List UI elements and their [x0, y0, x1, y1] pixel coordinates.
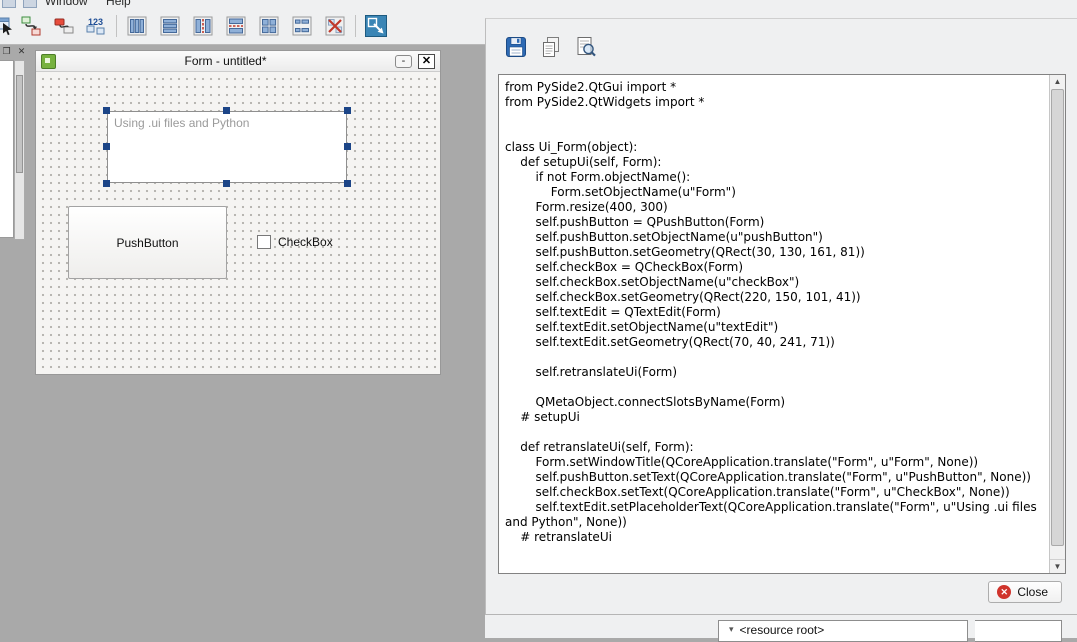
- adjust-size-icon[interactable]: [364, 14, 388, 38]
- close-button[interactable]: ✕ Close: [988, 581, 1062, 603]
- layout-form-icon[interactable]: [290, 14, 314, 38]
- layout-vertical-splitter-icon[interactable]: [224, 14, 248, 38]
- selection-handle-nw[interactable]: [103, 107, 110, 114]
- edit-signals-slots-icon[interactable]: [19, 14, 43, 38]
- layout-grid-icon[interactable]: [257, 14, 281, 38]
- selection-handle-w[interactable]: [103, 143, 110, 150]
- widget-box-dock-sliver: ❐ ✕: [0, 44, 26, 638]
- edit-widgets-icon[interactable]: [0, 14, 17, 38]
- menu-window[interactable]: Window: [45, 0, 88, 8]
- edit-tab-order-icon[interactable]: 123: [84, 14, 108, 38]
- minimize-button[interactable]: -: [395, 55, 412, 68]
- copy-icon[interactable]: [539, 35, 563, 59]
- form-canvas[interactable]: Using .ui files and Python PushButton Ch…: [36, 72, 440, 374]
- close-circle-icon: ✕: [997, 585, 1011, 599]
- save-icon[interactable]: [504, 35, 528, 59]
- form-window-titlebar[interactable]: Form - untitled* - ✕: [36, 51, 440, 72]
- expand-arrow-icon[interactable]: ▾: [729, 624, 734, 635]
- selection-handle-se[interactable]: [344, 180, 351, 187]
- code-scrollbar[interactable]: ▲ ▼: [1049, 75, 1065, 573]
- checkbox-box[interactable]: [257, 235, 271, 249]
- scrollbar-thumb[interactable]: [1051, 89, 1064, 546]
- toolbar-separator: [355, 15, 356, 37]
- toolbar-overflow-icon: [23, 0, 37, 8]
- break-layout-icon[interactable]: [323, 14, 347, 38]
- pushbutton-widget[interactable]: PushButton: [68, 206, 227, 279]
- resource-root-item[interactable]: ▾ <resource root>: [718, 620, 968, 642]
- selection-handle-s[interactable]: [223, 180, 230, 187]
- widget-box-list-sliver[interactable]: [0, 60, 14, 238]
- scroll-up-icon[interactable]: ▲: [1050, 75, 1065, 88]
- dock-close-icon[interactable]: ✕: [16, 46, 27, 57]
- menu-help[interactable]: Help: [106, 0, 131, 8]
- svg-text:123: 123: [88, 17, 103, 27]
- selection-handle-sw[interactable]: [103, 180, 110, 187]
- python-code-dialog: from PySide2.QtGui import * from PySide2…: [485, 18, 1077, 615]
- layout-vertically-icon[interactable]: [158, 14, 182, 38]
- resource-browser-column: [975, 620, 1062, 642]
- close-window-button[interactable]: ✕: [418, 54, 435, 69]
- menubar: Window Help: [0, 0, 1077, 8]
- checkbox-label: CheckBox: [278, 235, 333, 249]
- scrollbar-thumb[interactable]: [16, 75, 23, 173]
- edit-buddies-icon[interactable]: [52, 14, 76, 38]
- form-editor-window: Form - untitled* - ✕ Using .ui files and…: [35, 50, 441, 375]
- widget-box-scrollbar[interactable]: [14, 60, 25, 240]
- close-button-label: Close: [1017, 585, 1048, 599]
- main-toolbar: 123: [0, 9, 388, 43]
- python-code-text[interactable]: from PySide2.QtGui import * from PySide2…: [499, 75, 1050, 573]
- window-icon: [2, 0, 16, 8]
- textedit-selection: Using .ui files and Python: [107, 111, 347, 183]
- code-dialog-toolbar: [504, 35, 598, 59]
- checkbox-widget[interactable]: CheckBox: [257, 235, 333, 249]
- form-window-icon: [41, 54, 56, 69]
- textedit-widget[interactable]: Using .ui files and Python: [107, 111, 347, 183]
- find-icon[interactable]: [574, 35, 598, 59]
- selection-handle-ne[interactable]: [344, 107, 351, 114]
- dock-titlebar-buttons: ❐ ✕: [1, 46, 27, 57]
- dialog-button-row: ✕ Close: [988, 581, 1062, 603]
- form-window-title: Form - untitled*: [56, 54, 395, 68]
- selection-handle-e[interactable]: [344, 143, 351, 150]
- dock-float-icon[interactable]: ❐: [1, 46, 12, 57]
- code-viewer[interactable]: from PySide2.QtGui import * from PySide2…: [498, 74, 1066, 574]
- layout-horizontally-icon[interactable]: [125, 14, 149, 38]
- resource-root-label: <resource root>: [740, 623, 825, 637]
- resource-browser-sliver: ▾ <resource root>: [485, 615, 1077, 638]
- layout-horizontal-splitter-icon[interactable]: [191, 14, 215, 38]
- toolbar-separator: [116, 15, 117, 37]
- selection-handle-n[interactable]: [223, 107, 230, 114]
- scroll-down-icon[interactable]: ▼: [1050, 559, 1065, 573]
